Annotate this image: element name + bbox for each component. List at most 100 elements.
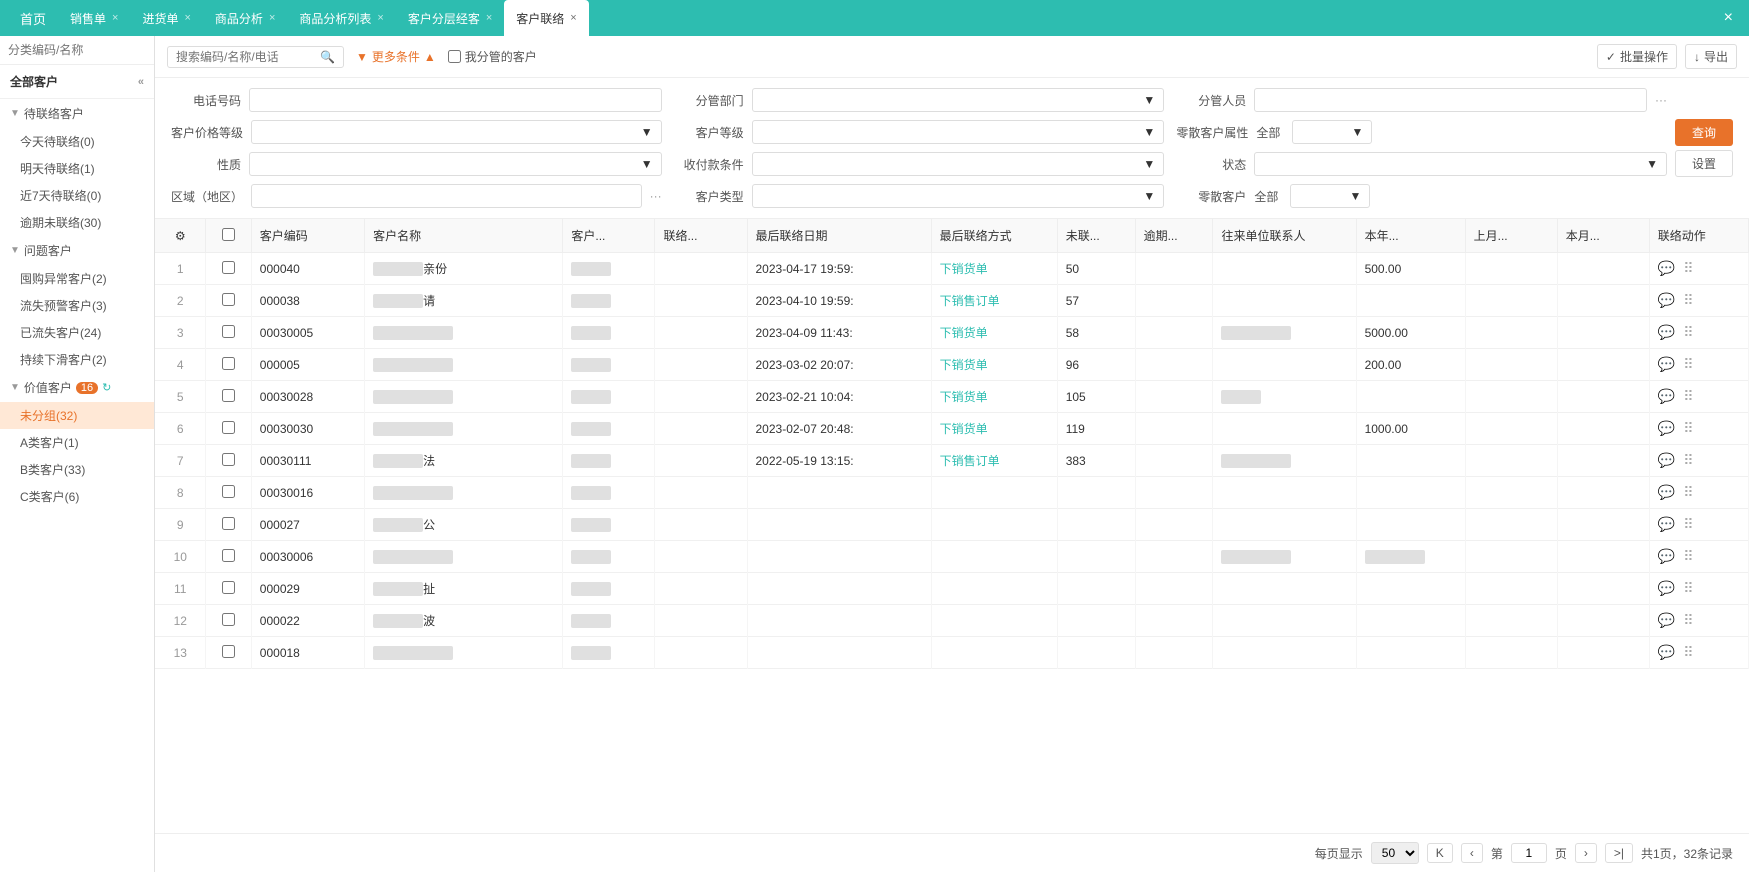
pending-group-title[interactable]: ▼ 待联络客户 xyxy=(0,99,154,128)
sidebar-search-input[interactable] xyxy=(8,43,155,57)
close-window-btn[interactable]: × xyxy=(1716,9,1741,27)
filter-region-input[interactable] xyxy=(251,184,642,208)
message-icon[interactable]: 💬 xyxy=(1658,260,1675,277)
sidebar-item-group-a[interactable]: A类客户(1) xyxy=(0,429,154,456)
tab-customer-segment[interactable]: 客户分层经客 × xyxy=(396,0,504,36)
row-checkbox-7[interactable] xyxy=(222,485,235,498)
message-icon[interactable]: 💬 xyxy=(1658,292,1675,309)
filter-nature-select[interactable]: ▼ xyxy=(249,152,662,176)
row-check[interactable] xyxy=(206,573,251,605)
more-icon[interactable]: ⠿ xyxy=(1683,420,1693,437)
gear-header[interactable]: ⚙ xyxy=(155,219,206,253)
more-icon[interactable]: ⠿ xyxy=(1683,516,1693,533)
tab-analysis[interactable]: 商品分析 × xyxy=(203,0,287,36)
check-all-checkbox[interactable] xyxy=(222,228,235,241)
col-header-overdue[interactable]: 逾期... xyxy=(1135,219,1213,253)
sidebar-item-abnormal[interactable]: 囤购异常客户(2) xyxy=(0,265,154,292)
message-icon[interactable]: 💬 xyxy=(1658,644,1675,661)
row-check[interactable] xyxy=(206,477,251,509)
close-tab-segment[interactable]: × xyxy=(486,12,492,24)
row-way[interactable]: 下销货单 xyxy=(931,413,1057,445)
message-icon[interactable]: 💬 xyxy=(1658,516,1675,533)
more-icon[interactable]: ⠿ xyxy=(1683,452,1693,469)
batch-operation-btn[interactable]: ✓ 批量操作 xyxy=(1597,44,1677,69)
sidebar-item-declining[interactable]: 持续下滑客户(2) xyxy=(0,346,154,373)
export-btn[interactable]: ↓ 导出 xyxy=(1685,44,1737,69)
row-way[interactable]: 下销货单 xyxy=(931,317,1057,349)
sidebar-item-today[interactable]: 今天待联络(0) xyxy=(0,128,154,155)
row-check[interactable] xyxy=(206,637,251,669)
message-icon[interactable]: 💬 xyxy=(1658,484,1675,501)
row-check[interactable] xyxy=(206,541,251,573)
more-icon[interactable]: ⠿ xyxy=(1683,612,1693,629)
sidebar-item-unclassified[interactable]: 未分组(32) xyxy=(0,402,154,429)
my-customers-checkbox[interactable] xyxy=(448,50,461,63)
row-checkbox-6[interactable] xyxy=(222,453,235,466)
filter-retail-attr-select[interactable]: ▼ xyxy=(1292,120,1372,144)
filter-manager-input[interactable] xyxy=(1254,88,1647,112)
row-checkbox-5[interactable] xyxy=(222,421,235,434)
filter-manager-dots[interactable]: ··· xyxy=(1655,93,1667,107)
problem-group-title[interactable]: ▼ 问题客户 xyxy=(0,236,154,265)
tab-purchase[interactable]: 进货单 × xyxy=(130,0,202,36)
row-check[interactable] xyxy=(206,413,251,445)
page-size-select[interactable]: 50 xyxy=(1371,842,1419,864)
row-check[interactable] xyxy=(206,381,251,413)
more-icon[interactable]: ⠿ xyxy=(1683,548,1693,565)
col-header-partner[interactable]: 往来单位联系人 xyxy=(1213,219,1356,253)
filter-cust-type-select[interactable]: ▼ xyxy=(752,184,1165,208)
filter-payment-select[interactable]: ▼ xyxy=(752,152,1165,176)
filter-price-grade-select[interactable]: ▼ xyxy=(251,120,662,144)
row-check[interactable] xyxy=(206,445,251,477)
row-checkbox-9[interactable] xyxy=(222,549,235,562)
message-icon[interactable]: 💬 xyxy=(1658,356,1675,373)
message-icon[interactable]: 💬 xyxy=(1658,388,1675,405)
more-conditions-btn[interactable]: ▼ 更多条件 ▲ xyxy=(356,48,436,65)
more-icon[interactable]: ⠿ xyxy=(1683,324,1693,341)
message-icon[interactable]: 💬 xyxy=(1658,324,1675,341)
my-customers-checkbox-label[interactable]: 我分管的客户 xyxy=(448,48,537,65)
col-header-date[interactable]: 最后联络日期 xyxy=(747,219,931,253)
row-way[interactable]: 下销货单 xyxy=(931,253,1057,285)
row-check[interactable] xyxy=(206,317,251,349)
tab-analysis-list[interactable]: 商品分析列表 × xyxy=(287,0,395,36)
more-icon[interactable]: ⠿ xyxy=(1683,260,1693,277)
col-header-thismonth[interactable]: 本月... xyxy=(1557,219,1649,253)
row-checkbox-0[interactable] xyxy=(222,261,235,274)
search-input[interactable] xyxy=(176,50,316,64)
more-icon[interactable]: ⠿ xyxy=(1683,356,1693,373)
sidebar-item-overdue[interactable]: 逾期未联络(30) xyxy=(0,209,154,236)
first-page-btn[interactable]: K xyxy=(1427,843,1453,863)
row-way[interactable] xyxy=(931,477,1057,509)
more-icon[interactable]: ⠿ xyxy=(1683,388,1693,405)
more-icon[interactable]: ⠿ xyxy=(1683,580,1693,597)
col-header-code[interactable]: 客户编码 xyxy=(251,219,364,253)
row-way[interactable]: 下销售订单 xyxy=(931,285,1057,317)
col-header-way[interactable]: 最后联络方式 xyxy=(931,219,1057,253)
next-page-btn[interactable]: › xyxy=(1575,843,1597,863)
all-customers-header[interactable]: 全部客户 « xyxy=(0,65,154,99)
close-tab-purchase[interactable]: × xyxy=(184,12,190,24)
message-icon[interactable]: 💬 xyxy=(1658,548,1675,565)
row-check[interactable] xyxy=(206,509,251,541)
more-icon[interactable]: ⠿ xyxy=(1683,484,1693,501)
home-tab[interactable]: 首页 xyxy=(8,0,58,36)
last-page-btn[interactable]: >| xyxy=(1605,843,1633,863)
refresh-icon[interactable]: ↻ xyxy=(102,381,111,394)
sidebar-search-box[interactable]: 🔍 xyxy=(0,36,154,65)
row-checkbox-1[interactable] xyxy=(222,293,235,306)
filter-customer-grade-select[interactable]: ▼ xyxy=(752,120,1165,144)
sidebar-item-lost[interactable]: 已流失客户(24) xyxy=(0,319,154,346)
row-checkbox-10[interactable] xyxy=(222,581,235,594)
row-check[interactable] xyxy=(206,253,251,285)
row-checkbox-2[interactable] xyxy=(222,325,235,338)
sidebar-item-week[interactable]: 近7天待联络(0) xyxy=(0,182,154,209)
col-header-thisyear[interactable]: 本年... xyxy=(1356,219,1465,253)
close-tab-contact[interactable]: × xyxy=(570,12,576,24)
check-all-header[interactable] xyxy=(206,219,251,253)
row-way[interactable] xyxy=(931,573,1057,605)
row-check[interactable] xyxy=(206,349,251,381)
col-header-name[interactable]: 客户名称 xyxy=(365,219,563,253)
row-way[interactable]: 下销货单 xyxy=(931,381,1057,413)
message-icon[interactable]: 💬 xyxy=(1658,452,1675,469)
